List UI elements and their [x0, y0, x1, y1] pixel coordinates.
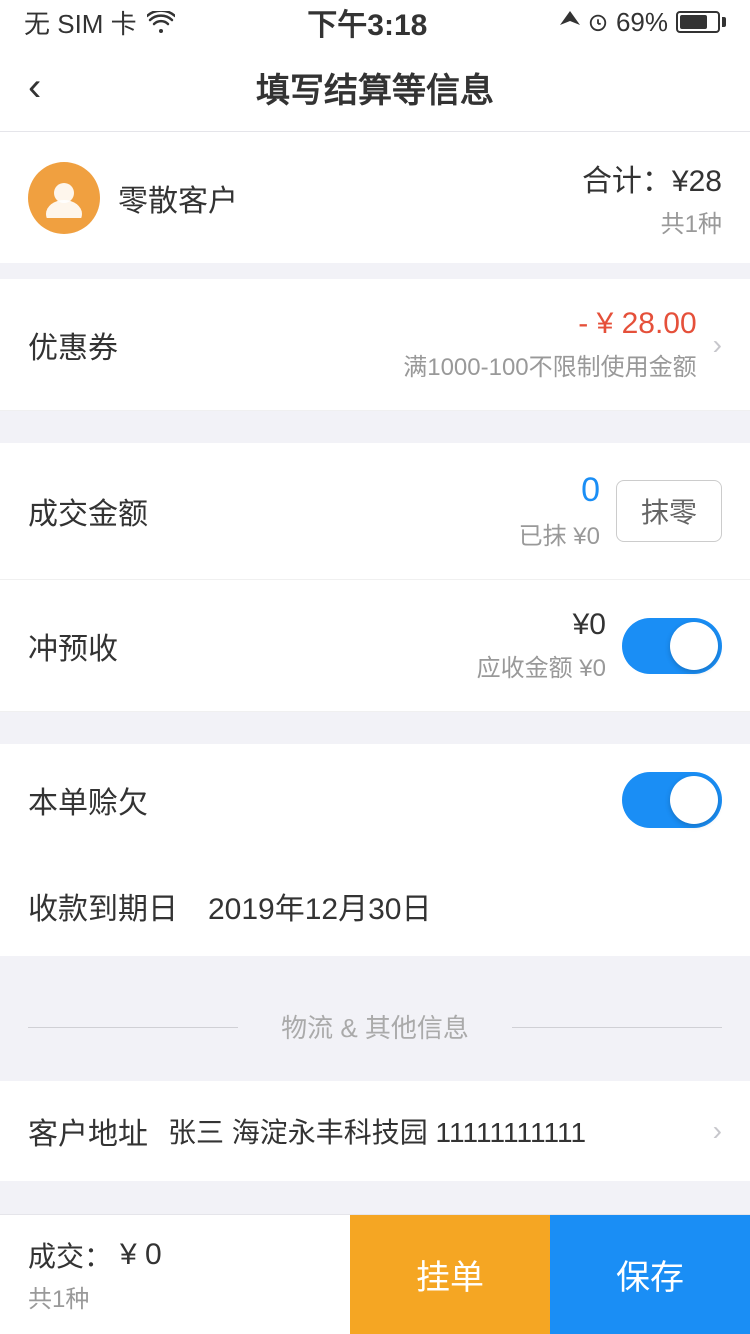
coupon-subtext: 满1000-100不限制使用金额 [403, 347, 696, 382]
due-date-label: 收款到期日 [28, 884, 178, 928]
debit-toggle-knob [670, 776, 718, 824]
prepayment-row: 冲预收 ¥0 应收金额 ¥0 [0, 580, 750, 712]
coupon-discount-value: - ¥ 28.00 [403, 307, 696, 341]
prepayment-toggle-knob [670, 622, 718, 670]
prepayment-value: ¥0 [477, 608, 606, 642]
customer-total: 合计：¥28 共1种 [582, 156, 722, 239]
debit-row: 本单赊欠 [0, 744, 750, 856]
battery-percent: 69% [616, 7, 668, 38]
customer-left: 零散客户 [28, 162, 238, 234]
bottom-deal: 成交： ¥ 0 [28, 1235, 322, 1275]
status-left: 无 SIM 卡 [24, 4, 175, 41]
total-amount: 合计：¥28 [582, 156, 722, 200]
prepayment-right: ¥0 应收金额 ¥0 [477, 608, 722, 683]
logistics-label-text: 物流 & 其他信息 [281, 1013, 469, 1043]
bottom-deal-label: 成交： [28, 1235, 112, 1275]
coupon-right: - ¥ 28.00 满1000-100不限制使用金额 › [403, 307, 722, 382]
alarm-icon [588, 11, 608, 33]
bottom-bar: 成交： ¥ 0 共1种 挂单 保存 [0, 1214, 750, 1334]
back-button[interactable]: ‹ [28, 65, 41, 110]
bottom-count: 共1种 [28, 1279, 322, 1314]
logistics-section-label: 物流 & 其他信息 [0, 988, 750, 1065]
divider-1 [0, 427, 750, 443]
divider-3 [0, 972, 750, 988]
status-bar: 无 SIM 卡 下午3:18 69% [0, 0, 750, 44]
debit-right [622, 772, 722, 828]
debit-label: 本单赊欠 [28, 778, 148, 822]
status-time: 下午3:18 [307, 0, 427, 44]
coupon-label: 优惠券 [28, 323, 118, 367]
deal-amount-value: 0 [519, 471, 600, 510]
prepayment-value-block: ¥0 应收金额 ¥0 [477, 608, 606, 683]
page-title: 填写结算等信息 [256, 63, 494, 112]
bottom-info: 成交： ¥ 0 共1种 [0, 1235, 350, 1314]
coupon-chevron-icon: › [713, 329, 722, 361]
divider-2 [0, 728, 750, 744]
location-icon [560, 11, 580, 33]
due-date-value: 2019年12月30日 [208, 884, 431, 928]
content-area: 零散客户 合计：¥28 共1种 优惠券 - ¥ 28.00 满1000-100不… [0, 132, 750, 1317]
hang-order-button[interactable]: 挂单 [350, 1215, 550, 1334]
customer-name: 零散客户 [118, 176, 238, 220]
no-sim-label: 无 SIM 卡 [24, 4, 137, 41]
bottom-deal-amount: ¥ 0 [120, 1238, 162, 1272]
deal-amount-row: 成交金额 0 已抹 ¥0 抹零 [0, 443, 750, 580]
save-button[interactable]: 保存 [550, 1215, 750, 1334]
status-right: 69% [560, 7, 726, 38]
address-row[interactable]: 客户地址 张三 海淀永丰科技园 11111111111 › [0, 1081, 750, 1181]
coupon-row[interactable]: 优惠券 - ¥ 28.00 满1000-100不限制使用金额 › [0, 279, 750, 411]
due-date-row: 收款到期日 2019年12月30日 [0, 856, 750, 956]
deal-amount-right: 0 已抹 ¥0 抹零 [519, 471, 722, 551]
customer-avatar [28, 162, 100, 234]
round-zero-button[interactable]: 抹零 [616, 480, 722, 542]
debit-toggle[interactable] [622, 772, 722, 828]
nav-bar: ‹ 填写结算等信息 [0, 44, 750, 132]
deal-amount-block: 0 已抹 ¥0 [519, 471, 600, 551]
total-count: 共1种 [582, 204, 722, 239]
prepayment-label: 冲预收 [28, 624, 118, 668]
prepayment-toggle[interactable] [622, 618, 722, 674]
coupon-section: 优惠券 - ¥ 28.00 满1000-100不限制使用金额 › [0, 279, 750, 411]
divider-4 [0, 1065, 750, 1081]
address-value: 张三 海淀永丰科技园 11111111111 [168, 1111, 713, 1151]
deal-amount-subtext: 已抹 ¥0 [519, 516, 600, 551]
deal-amount-label: 成交金额 [28, 489, 148, 533]
debit-section: 本单赊欠 收款到期日 2019年12月30日 [0, 744, 750, 956]
address-label: 客户地址 [28, 1109, 148, 1153]
prepayment-subtext: 应收金额 ¥0 [477, 648, 606, 683]
wifi-icon [147, 11, 175, 33]
address-chevron-icon: › [713, 1115, 722, 1147]
divider-5 [0, 1181, 750, 1197]
battery-icon [676, 11, 726, 33]
deal-section: 成交金额 0 已抹 ¥0 抹零 冲预收 ¥0 应收金额 ¥0 [0, 443, 750, 712]
customer-row: 零散客户 合计：¥28 共1种 [0, 132, 750, 263]
coupon-value-block: - ¥ 28.00 满1000-100不限制使用金额 [403, 307, 696, 382]
